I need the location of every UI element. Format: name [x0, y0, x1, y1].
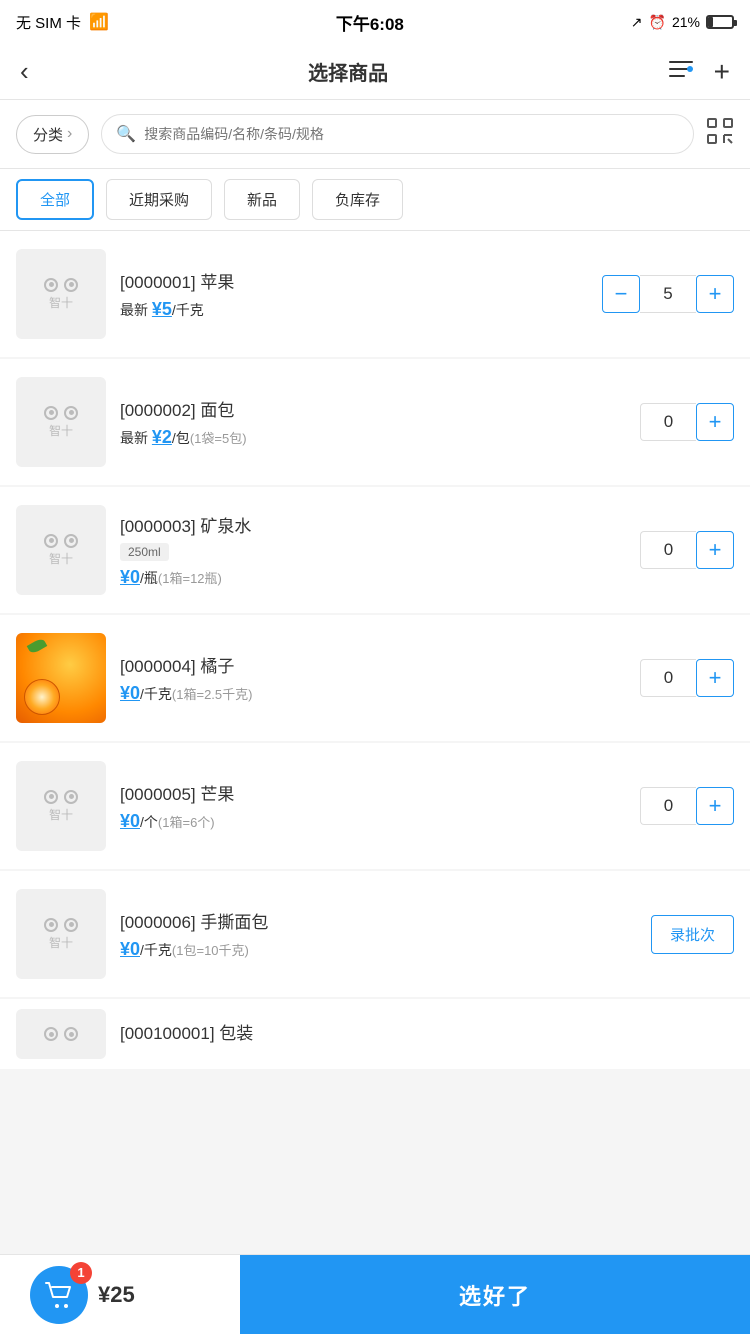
search-icon: 🔍 — [116, 124, 136, 144]
quantity-input[interactable] — [640, 275, 696, 313]
increment-button[interactable]: + — [696, 659, 734, 697]
product-info: [0000005] 芒果 ¥0/个(1箱=6个) — [120, 780, 626, 832]
carrier-text: 无 SIM 卡 — [16, 12, 81, 33]
product-info: [0000001] 苹果 最新 ¥5/千克 — [120, 268, 588, 320]
status-time: 下午6:08 — [336, 10, 404, 35]
product-info: [000100001] 包装 — [120, 1019, 734, 1050]
tab-all[interactable]: 全部 — [16, 179, 94, 220]
battery-icon — [706, 15, 734, 29]
filter-bar: 分类 › 🔍 — [0, 100, 750, 169]
orange-leaf — [27, 637, 48, 655]
tab-new[interactable]: 新品 — [224, 179, 300, 220]
owl-logo — [44, 1027, 78, 1041]
product-thumb: 智十 — [16, 889, 106, 979]
wifi-icon: 📶 — [89, 12, 109, 32]
table-row: 智十 [0000002] 面包 最新 ¥2/包(1袋=5包) + — [0, 359, 750, 485]
product-info: [0000004] 橘子 ¥0/千克(1箱=2.5千克) — [120, 652, 626, 704]
category-arrow: › — [67, 125, 72, 143]
table-row: 智十 [0000003] 矿泉水 250ml ¥0/瓶(1箱=12瓶) + — [0, 487, 750, 613]
owl-logo: 智十 — [44, 278, 78, 311]
increment-button[interactable]: + — [696, 403, 734, 441]
product-name: [0000005] 芒果 — [120, 780, 626, 805]
tabs-bar: 全部 近期采购 新品 负库存 — [0, 169, 750, 231]
product-name: [0000001] 苹果 — [120, 268, 588, 293]
quantity-input[interactable] — [640, 531, 696, 569]
quantity-input[interactable] — [640, 403, 696, 441]
table-row: [0000004] 橘子 ¥0/千克(1箱=2.5千克) + — [0, 615, 750, 741]
batch-button[interactable]: 录批次 — [651, 915, 734, 954]
nav-bar: ‹ 选择商品 + — [0, 44, 750, 100]
quantity-control: + — [640, 403, 734, 441]
category-label: 分类 — [33, 124, 63, 145]
add-icon[interactable]: + — [714, 56, 730, 88]
bottom-bar: 1 ¥25 选好了 — [0, 1254, 750, 1334]
owl-logo: 智十 — [44, 406, 78, 439]
search-box: 🔍 — [101, 114, 694, 154]
tab-recent[interactable]: 近期采购 — [106, 179, 212, 220]
product-name: [0000006] 手撕面包 — [120, 908, 637, 933]
nav-actions: + — [668, 56, 730, 88]
product-info: [0000006] 手撕面包 ¥0/千克(1包=10千克) — [120, 908, 637, 960]
confirm-button[interactable]: 选好了 — [240, 1255, 750, 1334]
product-info: [0000003] 矿泉水 250ml ¥0/瓶(1箱=12瓶) — [120, 512, 626, 588]
category-button[interactable]: 分类 › — [16, 115, 89, 154]
scan-icon[interactable] — [706, 117, 734, 151]
page-title: 选择商品 — [308, 57, 388, 86]
search-input[interactable] — [144, 126, 679, 142]
quantity-control: + — [640, 659, 734, 697]
table-row: 智十 [0000005] 芒果 ¥0/个(1箱=6个) + — [0, 743, 750, 869]
decrement-button[interactable]: − — [602, 275, 640, 313]
orange-half — [24, 679, 60, 715]
quantity-input[interactable] — [640, 787, 696, 825]
product-spec: 250ml — [120, 543, 169, 561]
alarm-icon: ⏰ — [649, 14, 666, 31]
quantity-control: + — [640, 531, 734, 569]
table-row: 智十 [0000006] 手撕面包 ¥0/千克(1包=10千克) 录批次 — [0, 871, 750, 997]
status-left: 无 SIM 卡 📶 — [16, 12, 109, 33]
back-button[interactable]: ‹ — [20, 56, 29, 87]
cart-total: ¥25 — [98, 1282, 135, 1308]
battery-percent: 21% — [672, 14, 700, 30]
cart-section: 1 ¥25 — [0, 1266, 240, 1324]
product-thumb — [16, 633, 106, 723]
quantity-input[interactable] — [640, 659, 696, 697]
increment-button[interactable]: + — [696, 787, 734, 825]
product-thumb: 智十 — [16, 505, 106, 595]
product-name: [000100001] 包装 — [120, 1019, 734, 1044]
product-info: [0000002] 面包 最新 ¥2/包(1袋=5包) — [120, 396, 626, 448]
product-name: [0000004] 橘子 — [120, 652, 626, 677]
product-price: 最新 ¥2/包(1袋=5包) — [120, 427, 626, 448]
increment-button[interactable]: + — [696, 531, 734, 569]
product-name: [0000003] 矿泉水 — [120, 512, 626, 537]
quantity-control: − + — [602, 275, 734, 313]
location-icon: ↗ — [631, 14, 643, 31]
filter-icon[interactable] — [668, 58, 694, 86]
product-price: ¥0/瓶(1箱=12瓶) — [120, 567, 626, 588]
product-thumb: 智十 — [16, 377, 106, 467]
owl-logo: 智十 — [44, 918, 78, 951]
owl-logo: 智十 — [44, 790, 78, 823]
table-row: 智十 [0000001] 苹果 最新 ¥5/千克 − + — [0, 231, 750, 357]
product-thumb: 智十 — [16, 249, 106, 339]
product-price: ¥0/千克(1包=10千克) — [120, 939, 637, 960]
tab-negative[interactable]: 负库存 — [312, 179, 403, 220]
increment-button[interactable]: + — [696, 275, 734, 313]
status-right: ↗ ⏰ 21% — [631, 14, 734, 31]
quantity-control: + — [640, 787, 734, 825]
cart-button[interactable]: 1 — [30, 1266, 88, 1324]
product-list: 智十 [0000001] 苹果 最新 ¥5/千克 − + 智十 — [0, 231, 750, 1151]
owl-logo: 智十 — [44, 534, 78, 567]
table-row: [000100001] 包装 — [0, 999, 750, 1069]
status-bar: 无 SIM 卡 📶 下午6:08 ↗ ⏰ 21% — [0, 0, 750, 44]
product-thumb — [16, 1009, 106, 1059]
product-name: [0000002] 面包 — [120, 396, 626, 421]
product-price: ¥0/个(1箱=6个) — [120, 811, 626, 832]
product-price: ¥0/千克(1箱=2.5千克) — [120, 683, 626, 704]
product-thumb: 智十 — [16, 761, 106, 851]
product-price: 最新 ¥5/千克 — [120, 299, 588, 320]
cart-badge: 1 — [70, 1262, 92, 1284]
